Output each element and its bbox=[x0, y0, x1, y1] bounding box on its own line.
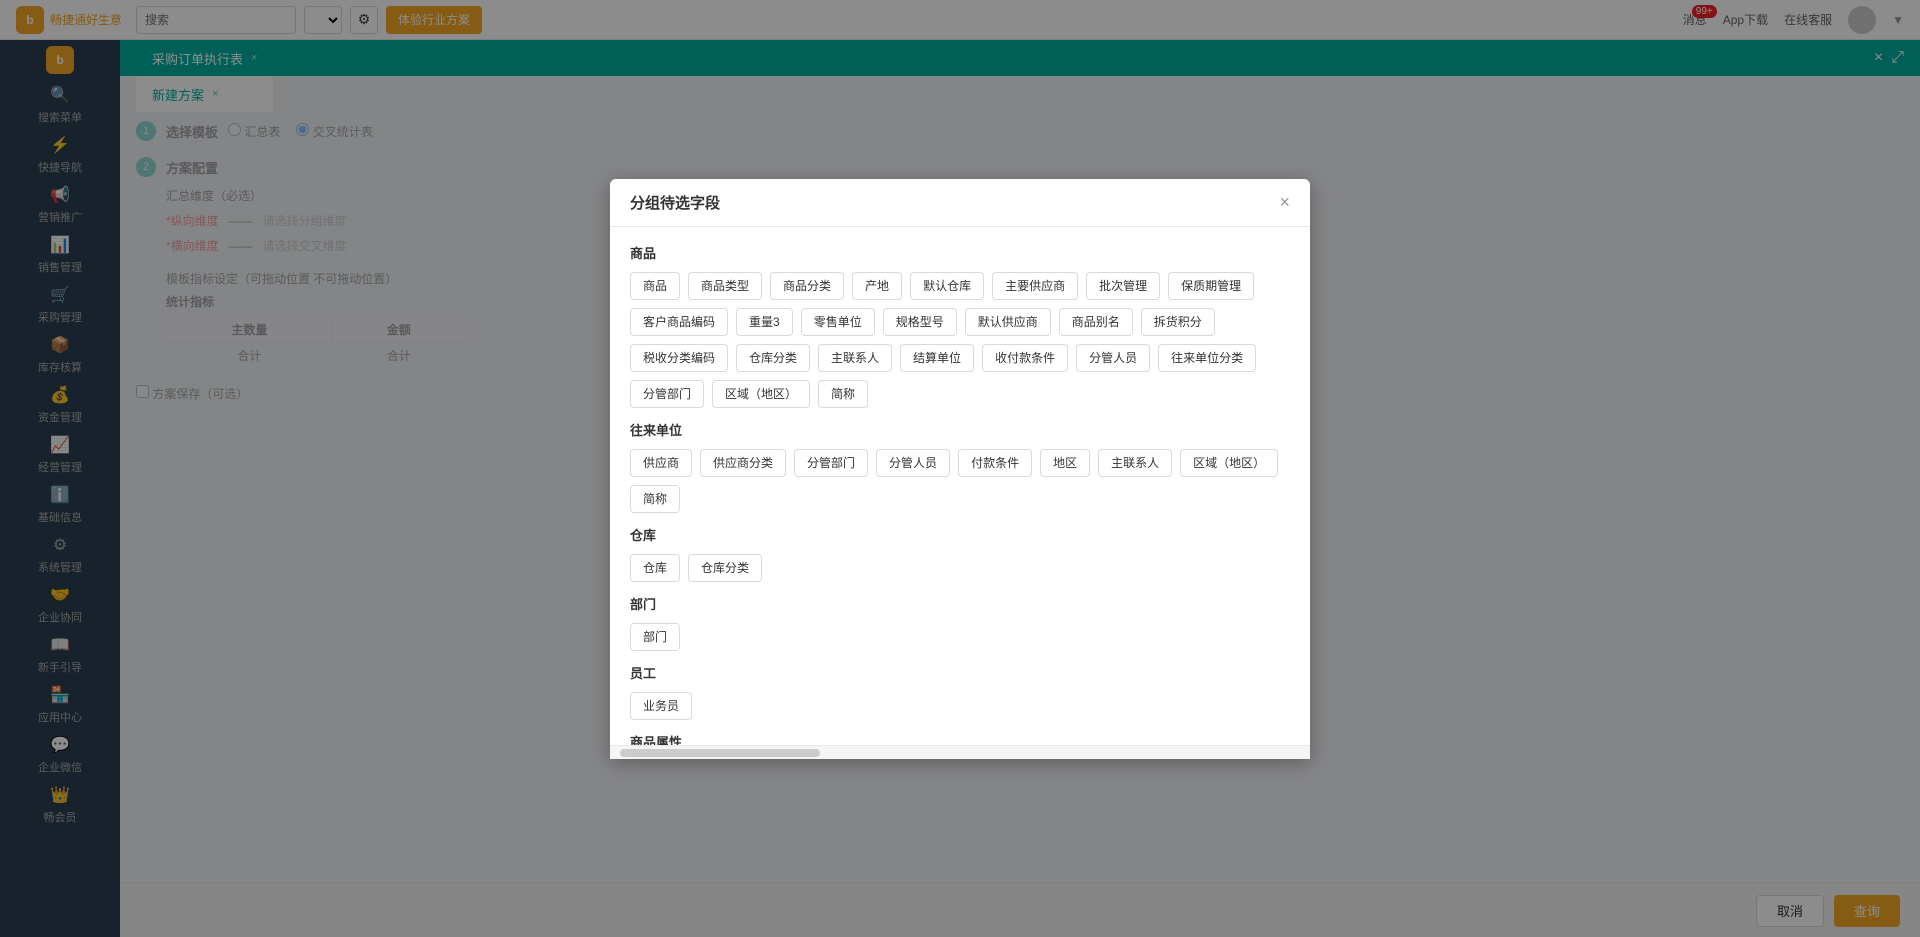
field-tag-默认供应商[interactable]: 默认供应商 bbox=[965, 308, 1051, 336]
field-tag-简称[interactable]: 简称 bbox=[818, 380, 868, 408]
field-tag-主联系人[interactable]: 主联系人 bbox=[818, 344, 892, 372]
section-title-往来单位: 往来单位 bbox=[630, 420, 1290, 439]
field-tag-主联系人[interactable]: 主联系人 bbox=[1098, 449, 1172, 477]
field-tag-默认仓库[interactable]: 默认仓库 bbox=[910, 272, 984, 300]
field-tag-拆货积分[interactable]: 拆货积分 bbox=[1141, 308, 1215, 336]
field-tag-规格型号[interactable]: 规格型号 bbox=[883, 308, 957, 336]
field-tag-收付款条件[interactable]: 收付款条件 bbox=[982, 344, 1068, 372]
field-tag-税收分类编码[interactable]: 税收分类编码 bbox=[630, 344, 728, 372]
field-tag-分管人员[interactable]: 分管人员 bbox=[876, 449, 950, 477]
field-tag-付款条件[interactable]: 付款条件 bbox=[958, 449, 1032, 477]
field-tag-分管部门[interactable]: 分管部门 bbox=[794, 449, 868, 477]
field-tag-保质期管理[interactable]: 保质期管理 bbox=[1168, 272, 1254, 300]
field-tag-仓库分类[interactable]: 仓库分类 bbox=[688, 554, 762, 582]
modal-close-button[interactable]: × bbox=[1279, 192, 1290, 213]
field-tag-分管部门[interactable]: 分管部门 bbox=[630, 380, 704, 408]
field-tag-重量3[interactable]: 重量3 bbox=[736, 308, 793, 336]
field-grid-商品: 商品商品类型商品分类产地默认仓库主要供应商批次管理保质期管理客户商品编码重量3 零… bbox=[630, 272, 1290, 408]
modal-header: 分组待选字段 × bbox=[610, 179, 1310, 227]
modal-body: 商品商品商品类型商品分类产地默认仓库主要供应商批次管理保质期管理客户商品编码重量… bbox=[610, 227, 1310, 745]
field-tag-商品[interactable]: 商品 bbox=[630, 272, 680, 300]
field-tag-供应商[interactable]: 供应商 bbox=[630, 449, 692, 477]
field-tag-零售单位[interactable]: 零售单位 bbox=[801, 308, 875, 336]
field-grid-仓库: 仓库仓库分类 bbox=[630, 554, 1290, 582]
field-tag-商品分类[interactable]: 商品分类 bbox=[770, 272, 844, 300]
field-tag-业务员[interactable]: 业务员 bbox=[630, 692, 692, 720]
modal-bottom-scrollbar[interactable] bbox=[610, 745, 1310, 759]
modal-overlay: 分组待选字段 × 商品商品商品类型商品分类产地默认仓库主要供应商批次管理保质期管… bbox=[0, 0, 1920, 937]
field-grid-往来单位: 供应商供应商分类分管部门分管人员付款条件地区主联系人区域（地区） 简称 bbox=[630, 449, 1290, 513]
field-tag-商品别名[interactable]: 商品别名 bbox=[1059, 308, 1133, 336]
field-tag-仓库分类[interactable]: 仓库分类 bbox=[736, 344, 810, 372]
field-grid-部门: 部门 bbox=[630, 623, 1290, 651]
field-tag-结算单位[interactable]: 结算单位 bbox=[900, 344, 974, 372]
field-tag-部门[interactable]: 部门 bbox=[630, 623, 680, 651]
field-grid-员工: 业务员 bbox=[630, 692, 1290, 720]
section-title-商品属性: 商品属性 bbox=[630, 732, 1290, 745]
field-tag-简称[interactable]: 简称 bbox=[630, 485, 680, 513]
field-tag-分管人员[interactable]: 分管人员 bbox=[1076, 344, 1150, 372]
section-title-仓库: 仓库 bbox=[630, 525, 1290, 544]
field-tag-产地[interactable]: 产地 bbox=[852, 272, 902, 300]
field-tag-往来单位分类[interactable]: 往来单位分类 bbox=[1158, 344, 1256, 372]
field-tag-仓库[interactable]: 仓库 bbox=[630, 554, 680, 582]
modal-dialog: 分组待选字段 × 商品商品商品类型商品分类产地默认仓库主要供应商批次管理保质期管… bbox=[610, 179, 1310, 759]
field-tag-主要供应商[interactable]: 主要供应商 bbox=[992, 272, 1078, 300]
modal-title: 分组待选字段 bbox=[630, 192, 720, 213]
section-title-商品: 商品 bbox=[630, 243, 1290, 262]
field-tag-供应商分类[interactable]: 供应商分类 bbox=[700, 449, 786, 477]
field-tag-区域（地区）[interactable]: 区域（地区） bbox=[1180, 449, 1278, 477]
section-title-部门: 部门 bbox=[630, 594, 1290, 613]
field-tag-地区[interactable]: 地区 bbox=[1040, 449, 1090, 477]
field-tag-区域（地区）[interactable]: 区域（地区） bbox=[712, 380, 810, 408]
section-title-员工: 员工 bbox=[630, 663, 1290, 682]
field-tag-批次管理[interactable]: 批次管理 bbox=[1086, 272, 1160, 300]
modal-scroll-thumb bbox=[620, 749, 820, 757]
field-tag-商品类型[interactable]: 商品类型 bbox=[688, 272, 762, 300]
field-tag-客户商品编码[interactable]: 客户商品编码 bbox=[630, 308, 728, 336]
